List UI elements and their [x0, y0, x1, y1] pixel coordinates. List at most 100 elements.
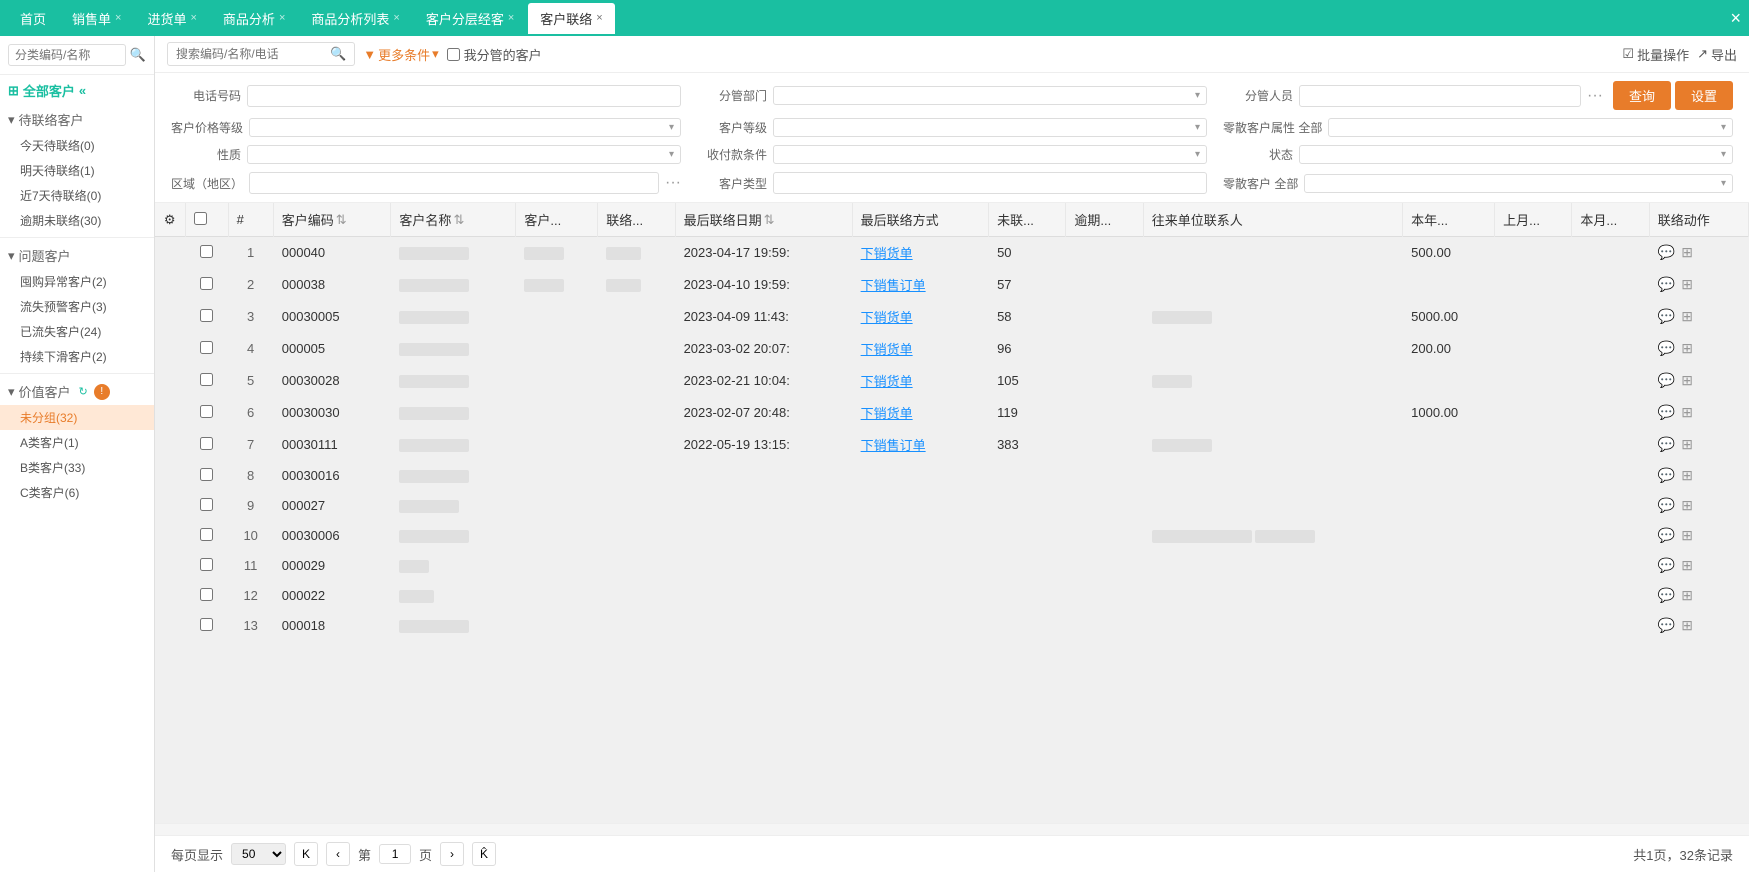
action-message-icon[interactable]: 💬	[1658, 276, 1675, 293]
tab-product-analysis[interactable]: 商品分析 ×	[211, 3, 297, 34]
tab-product-analysis-close[interactable]: ×	[279, 12, 285, 24]
contact-way-link[interactable]: 下销货单	[861, 246, 913, 261]
filter-select-customer-level[interactable]: ▾	[773, 118, 1207, 137]
col-type-header[interactable]: 客户...	[516, 203, 598, 237]
contact-way-link[interactable]: 下销售订单	[861, 438, 926, 453]
tab-customer-segment-close[interactable]: ×	[508, 12, 514, 24]
col-no-contact-header[interactable]: 未联...	[989, 203, 1066, 237]
search-input[interactable]	[176, 47, 326, 61]
action-message-icon[interactable]: 💬	[1658, 404, 1675, 421]
row-checkbox[interactable]	[200, 309, 213, 322]
tab-customer-contact-close[interactable]: ×	[596, 12, 602, 24]
sidebar-item-class-b[interactable]: B类客户(33)	[0, 455, 154, 480]
sidebar-collapse-icon[interactable]: «	[79, 83, 86, 98]
sidebar-search-input[interactable]	[8, 44, 126, 66]
sidebar-group-problem[interactable]: ▾ 问题客户	[0, 242, 154, 269]
sidebar-search-icon[interactable]: 🔍	[130, 47, 146, 63]
action-message-icon[interactable]: 💬	[1658, 244, 1675, 261]
action-grid-icon[interactable]: ⊞	[1681, 308, 1693, 325]
col-inter-contact-header[interactable]: 往来单位联系人	[1143, 203, 1402, 237]
sidebar-item-declining[interactable]: 持续下滑客户(2)	[0, 344, 154, 369]
row-checkbox[interactable]	[200, 245, 213, 258]
filter-input-cust-type[interactable]	[773, 172, 1207, 194]
last-page-button[interactable]: K̂	[472, 842, 496, 866]
select-all-checkbox[interactable]	[194, 212, 207, 225]
row-checkbox[interactable]	[200, 498, 213, 511]
tab-purchase-close[interactable]: ×	[190, 12, 196, 24]
page-number-input[interactable]	[379, 844, 411, 864]
action-grid-icon[interactable]: ⊞	[1681, 276, 1693, 293]
sidebar-item-today-pending[interactable]: 今天待联络(0)	[0, 133, 154, 158]
row-checkbox[interactable]	[200, 528, 213, 541]
action-grid-icon[interactable]: ⊞	[1681, 527, 1693, 544]
sidebar-item-class-c[interactable]: C类客户(6)	[0, 480, 154, 505]
row-checkbox[interactable]	[200, 618, 213, 631]
tab-customer-contact[interactable]: 客户联络 ×	[528, 3, 614, 34]
sidebar-item-class-a[interactable]: A类客户(1)	[0, 430, 154, 455]
filter-select-payment[interactable]: ▾	[773, 145, 1207, 164]
action-grid-icon[interactable]: ⊞	[1681, 372, 1693, 389]
tab-product-analysis-list-close[interactable]: ×	[393, 12, 399, 24]
filter-select-retail-attr[interactable]: ▾	[1328, 118, 1733, 137]
my-customers-checkbox[interactable]	[447, 48, 460, 61]
action-grid-icon[interactable]: ⊞	[1681, 404, 1693, 421]
col-contact-header[interactable]: 联络...	[598, 203, 675, 237]
batch-op-button[interactable]: ☑ 批量操作	[1622, 45, 1689, 64]
export-button[interactable]: ↗ 导出	[1697, 45, 1737, 64]
action-grid-icon[interactable]: ⊞	[1681, 557, 1693, 574]
action-grid-icon[interactable]: ⊞	[1681, 497, 1693, 514]
col-this-month-header[interactable]: 本月...	[1572, 203, 1649, 237]
tab-purchase[interactable]: 进货单 ×	[135, 3, 208, 34]
action-message-icon[interactable]: 💬	[1658, 467, 1675, 484]
contact-way-link[interactable]: 下销售订单	[861, 278, 926, 293]
row-checkbox[interactable]	[200, 277, 213, 290]
search-icon[interactable]: 🔍	[330, 46, 346, 62]
row-checkbox[interactable]	[200, 588, 213, 601]
page-size-select[interactable]: 50 100 200	[231, 843, 286, 865]
next-page-button[interactable]: ›	[440, 842, 464, 866]
col-settings[interactable]: ⚙	[155, 203, 185, 237]
action-message-icon[interactable]: 💬	[1658, 308, 1675, 325]
col-last-month-header[interactable]: 上月...	[1495, 203, 1572, 237]
action-message-icon[interactable]: 💬	[1658, 340, 1675, 357]
action-grid-icon[interactable]: ⊞	[1681, 340, 1693, 357]
filter-select-price-level[interactable]: ▾	[249, 118, 681, 137]
reset-button[interactable]: 设置	[1675, 81, 1733, 110]
action-message-icon[interactable]: 💬	[1658, 617, 1675, 634]
action-message-icon[interactable]: 💬	[1658, 527, 1675, 544]
action-grid-icon[interactable]: ⊞	[1681, 617, 1693, 634]
filter-input-phone[interactable]	[247, 85, 681, 107]
filter-input-manager[interactable]	[1299, 85, 1581, 107]
contact-way-link[interactable]: 下销货单	[861, 310, 913, 325]
col-code-header[interactable]: 客户编码⇅	[273, 203, 391, 237]
tab-product-analysis-list[interactable]: 商品分析列表 ×	[299, 3, 411, 34]
action-grid-icon[interactable]: ⊞	[1681, 587, 1693, 604]
sidebar-item-ungroup[interactable]: 未分组(32)	[0, 405, 154, 430]
filter-input-region[interactable]	[249, 172, 659, 194]
sidebar-group-value[interactable]: ▾ 价值客户 ↻ !	[0, 378, 154, 405]
row-checkbox[interactable]	[200, 405, 213, 418]
sidebar-item-churn-warning[interactable]: 流失预警客户(3)	[0, 294, 154, 319]
row-checkbox[interactable]	[200, 341, 213, 354]
tab-sales[interactable]: 销售单 ×	[60, 3, 133, 34]
contact-way-link[interactable]: 下销货单	[861, 406, 913, 421]
filter-select-dept[interactable]: ▾	[773, 86, 1207, 105]
filter-dots-region[interactable]: ···	[665, 174, 681, 192]
action-message-icon[interactable]: 💬	[1658, 436, 1675, 453]
row-checkbox[interactable]	[200, 437, 213, 450]
row-checkbox[interactable]	[200, 558, 213, 571]
action-grid-icon[interactable]: ⊞	[1681, 467, 1693, 484]
row-checkbox[interactable]	[200, 373, 213, 386]
tab-sales-close[interactable]: ×	[115, 12, 121, 24]
prev-page-button[interactable]: ‹	[326, 842, 350, 866]
col-name-header[interactable]: 客户名称⇅	[391, 203, 516, 237]
more-conditions-button[interactable]: ▼ 更多条件 ▾	[363, 45, 438, 64]
contact-way-link[interactable]: 下销货单	[861, 342, 913, 357]
refresh-icon[interactable]: ↻	[79, 385, 88, 398]
tab-home[interactable]: 首页	[8, 3, 58, 34]
col-last-contact-way-header[interactable]: 最后联络方式	[852, 203, 988, 237]
sidebar-all-customers[interactable]: ⊞ 全部客户 «	[0, 75, 154, 106]
col-last-contact-date-header[interactable]: 最后联络日期⇅	[675, 203, 852, 237]
sidebar-group-pending[interactable]: ▾ 待联络客户	[0, 106, 154, 133]
filter-select-retail[interactable]: ▾	[1304, 174, 1733, 193]
